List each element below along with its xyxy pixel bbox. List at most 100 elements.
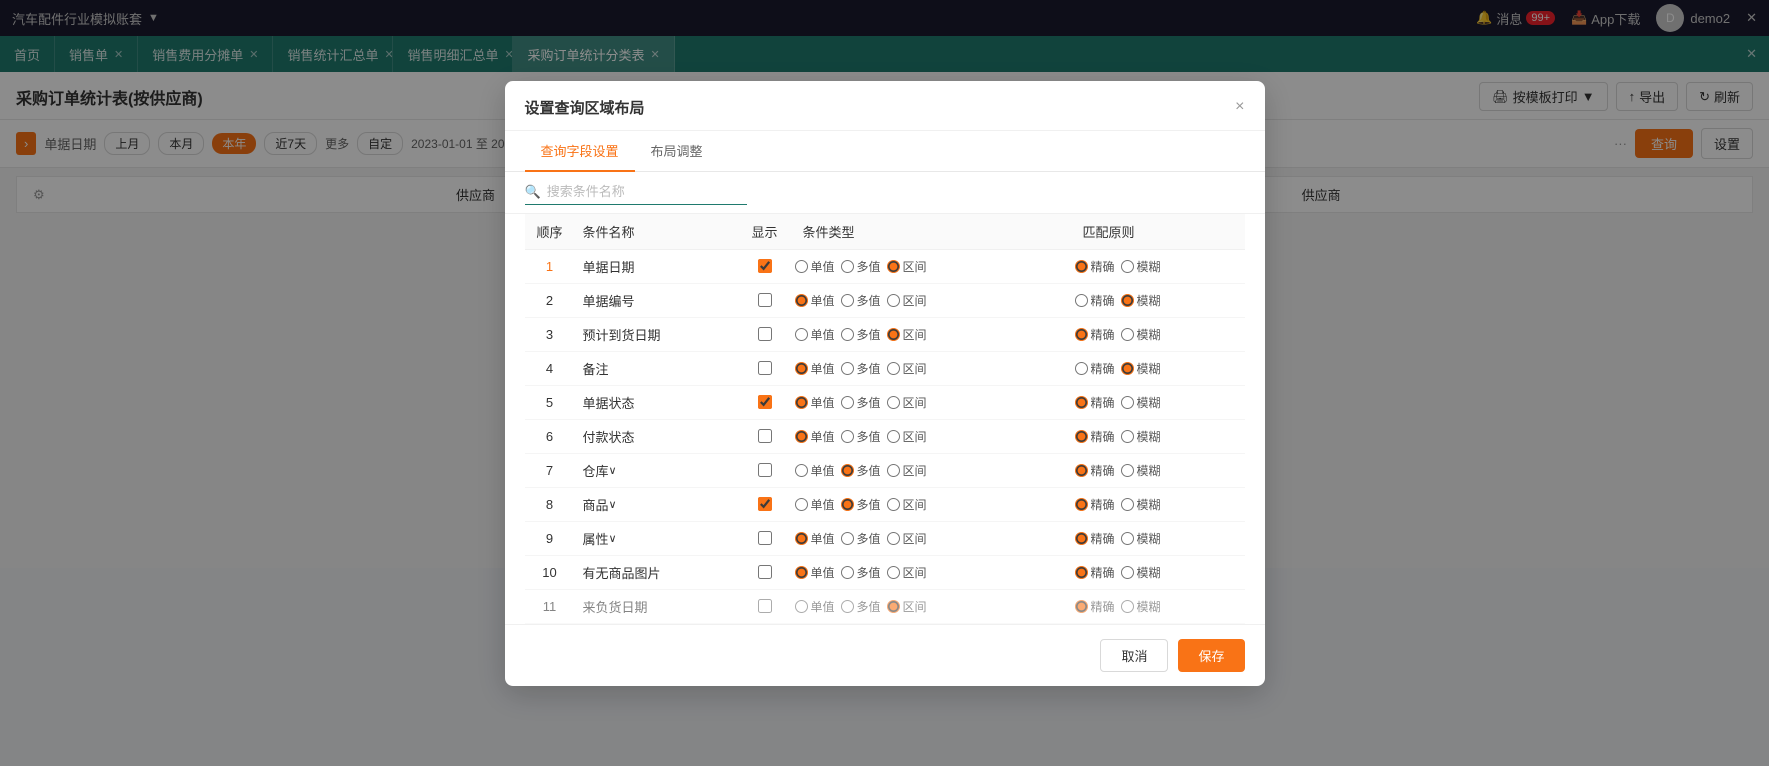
settings-table-header: 顺序 条件名称 显示 条件类型 匹配原则 — [525, 214, 1245, 250]
row-display-9 — [735, 531, 795, 545]
dialog-tab-layout[interactable]: 布局调整 — [635, 131, 719, 172]
row-match-fuzzy-1[interactable]: 模糊 — [1121, 258, 1161, 275]
row-type-single-3[interactable]: 单值 — [795, 326, 835, 343]
table-row: 4 备注 单值 多值 区间 精确 模糊 — [525, 352, 1245, 386]
row-match-exact-11[interactable]: 精确 — [1075, 598, 1115, 615]
row-type-single-11[interactable]: 单值 — [795, 598, 835, 615]
row-type-multi-10[interactable]: 多值 — [841, 564, 881, 581]
row-name-11: 来负货日期 — [575, 597, 735, 616]
row-type-range-6[interactable]: 区间 — [887, 428, 927, 445]
row-display-4 — [735, 361, 795, 375]
table-row: 6 付款状态 单值 多值 区间 精确 模糊 — [525, 420, 1245, 454]
table-row: 10 有无商品图片 单值 多值 区间 精确 模糊 — [525, 556, 1245, 590]
row-type-multi-5[interactable]: 多值 — [841, 394, 881, 411]
row-display-checkbox-7[interactable] — [758, 463, 772, 477]
row-type-single-4[interactable]: 单值 — [795, 360, 835, 377]
row-order-2: 2 — [525, 293, 575, 308]
row-match-fuzzy-10[interactable]: 模糊 — [1121, 564, 1161, 581]
row-type-range-5[interactable]: 区间 — [887, 394, 927, 411]
th-display: 显示 — [735, 222, 795, 241]
row-order-8: 8 — [525, 497, 575, 512]
row-match-exact-2[interactable]: 精确 — [1075, 292, 1115, 309]
row-type-single-7[interactable]: 单值 — [795, 462, 835, 479]
row-type-range-8[interactable]: 区间 — [887, 496, 927, 513]
row-match-fuzzy-9[interactable]: 模糊 — [1121, 530, 1161, 547]
table-row: 7 仓库 ∨ 单值 多值 区间 精确 模糊 — [525, 454, 1245, 488]
row-type-multi-11[interactable]: 多值 — [841, 598, 881, 615]
row-display-checkbox-1[interactable] — [758, 259, 772, 273]
row-match-fuzzy-2[interactable]: 模糊 — [1121, 292, 1161, 309]
row-type-11: 单值 多值 区间 — [795, 598, 1075, 615]
row-match-exact-8[interactable]: 精确 — [1075, 496, 1115, 513]
row-type-single-9[interactable]: 单值 — [795, 530, 835, 547]
row-name-4: 备注 — [575, 359, 735, 378]
row-order-7: 7 — [525, 463, 575, 478]
row-type-multi-9[interactable]: 多值 — [841, 530, 881, 547]
row-type-range-2[interactable]: 区间 — [887, 292, 927, 309]
row-match-fuzzy-3[interactable]: 模糊 — [1121, 326, 1161, 343]
search-input[interactable] — [547, 184, 747, 199]
row-type-range-1[interactable]: 区间 — [887, 258, 927, 275]
row-match-exact-9[interactable]: 精确 — [1075, 530, 1115, 547]
row-match-exact-3[interactable]: 精确 — [1075, 326, 1115, 343]
row-match-fuzzy-8[interactable]: 模糊 — [1121, 496, 1161, 513]
row-type-single-10[interactable]: 单值 — [795, 564, 835, 581]
row-match-exact-10[interactable]: 精确 — [1075, 564, 1115, 581]
row-type-range-11[interactable]: 区间 — [887, 598, 927, 615]
row-display-checkbox-6[interactable] — [758, 429, 772, 443]
row-type-multi-4[interactable]: 多值 — [841, 360, 881, 377]
row-match-exact-7[interactable]: 精确 — [1075, 462, 1115, 479]
row-match-fuzzy-7[interactable]: 模糊 — [1121, 462, 1161, 479]
dialog-tab-query-fields[interactable]: 查询字段设置 — [525, 131, 635, 172]
row-match-exact-4[interactable]: 精确 — [1075, 360, 1115, 377]
row-display-7 — [735, 463, 795, 477]
row-type-range-4[interactable]: 区间 — [887, 360, 927, 377]
row-match-fuzzy-4[interactable]: 模糊 — [1121, 360, 1161, 377]
row-type-single-2[interactable]: 单值 — [795, 292, 835, 309]
row-type-multi-8[interactable]: 多值 — [841, 496, 881, 513]
row-match-exact-5[interactable]: 精确 — [1075, 394, 1115, 411]
row-type-range-7[interactable]: 区间 — [887, 462, 927, 479]
row-display-checkbox-10[interactable] — [758, 565, 772, 579]
row-display-checkbox-2[interactable] — [758, 293, 772, 307]
row-type-single-6[interactable]: 单值 — [795, 428, 835, 445]
row-type-single-5[interactable]: 单值 — [795, 394, 835, 411]
row-type-range-3[interactable]: 区间 — [887, 326, 927, 343]
row-type-range-9[interactable]: 区间 — [887, 530, 927, 547]
dialog-overlay: 设置查询区域布局 × 查询字段设置 布局调整 🔍 顺序 条件名称 — [0, 0, 1769, 766]
row-display-checkbox-8[interactable] — [758, 497, 772, 511]
row-type-single-1[interactable]: 单值 — [795, 258, 835, 275]
row-name-5: 单据状态 — [575, 393, 735, 412]
row-match-fuzzy-6[interactable]: 模糊 — [1121, 428, 1161, 445]
row-match-exact-6[interactable]: 精确 — [1075, 428, 1115, 445]
row-name-1: 单据日期 — [575, 257, 735, 276]
row-type-6: 单值 多值 区间 — [795, 428, 1075, 445]
save-btn[interactable]: 保存 — [1178, 639, 1244, 672]
row-type-multi-2[interactable]: 多值 — [841, 292, 881, 309]
row-match-6: 精确 模糊 — [1075, 428, 1265, 445]
row-order-9: 9 — [525, 531, 575, 546]
row-type-single-8[interactable]: 单值 — [795, 496, 835, 513]
settings-dialog: 设置查询区域布局 × 查询字段设置 布局调整 🔍 顺序 条件名称 — [505, 81, 1265, 686]
dialog-footer: 取消 保存 — [505, 624, 1265, 686]
row-display-checkbox-11[interactable] — [758, 599, 772, 613]
row-type-multi-6[interactable]: 多值 — [841, 428, 881, 445]
row-type-multi-1[interactable]: 多值 — [841, 258, 881, 275]
row-display-checkbox-4[interactable] — [758, 361, 772, 375]
row-type-range-10[interactable]: 区间 — [887, 564, 927, 581]
row-display-checkbox-5[interactable] — [758, 395, 772, 409]
table-row: 11 来负货日期 单值 多值 区间 精确 模糊 — [525, 590, 1245, 624]
search-underline: 🔍 — [525, 184, 747, 205]
dialog-tab-layout-label: 布局调整 — [651, 144, 703, 159]
row-match-fuzzy-5[interactable]: 模糊 — [1121, 394, 1161, 411]
dialog-close-btn[interactable]: × — [1235, 98, 1244, 116]
row-name-3: 预计到货日期 — [575, 325, 735, 344]
row-display-checkbox-9[interactable] — [758, 531, 772, 545]
row-match-1: 精确 模糊 — [1075, 258, 1265, 275]
row-display-checkbox-3[interactable] — [758, 327, 772, 341]
cancel-btn[interactable]: 取消 — [1100, 639, 1168, 672]
row-match-exact-1[interactable]: 精确 — [1075, 258, 1115, 275]
row-match-fuzzy-11[interactable]: 模糊 — [1121, 598, 1161, 615]
row-type-multi-7[interactable]: 多值 — [841, 462, 881, 479]
row-type-multi-3[interactable]: 多值 — [841, 326, 881, 343]
